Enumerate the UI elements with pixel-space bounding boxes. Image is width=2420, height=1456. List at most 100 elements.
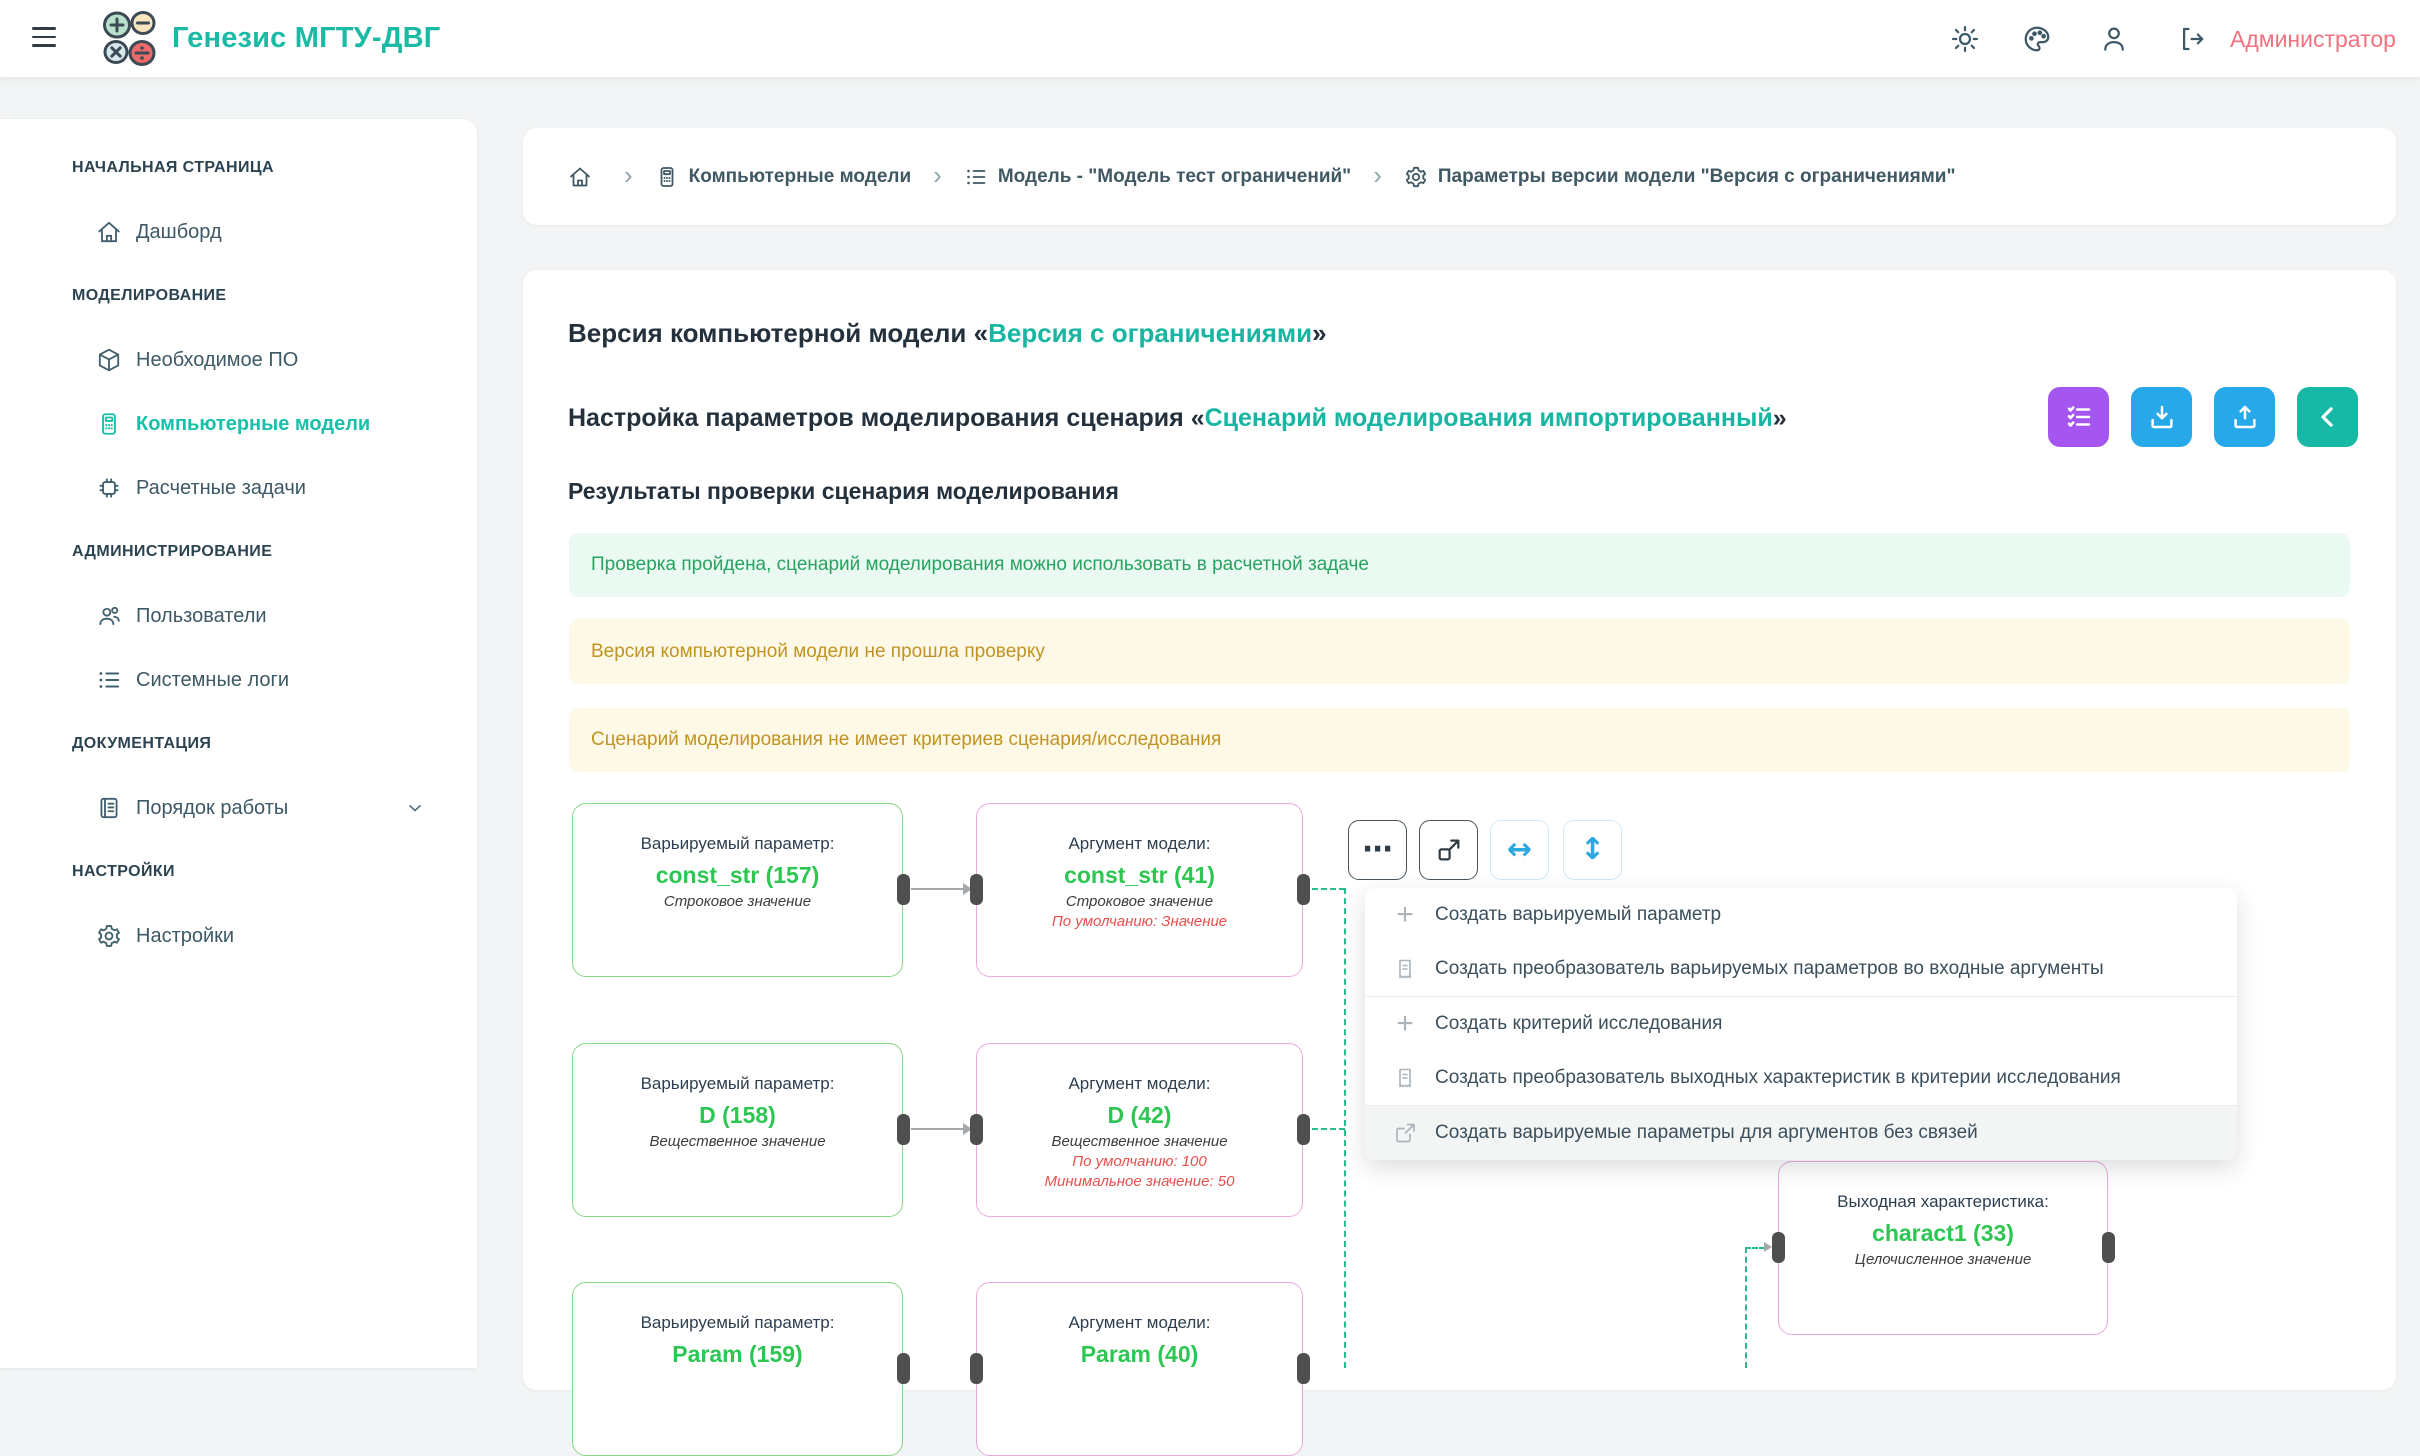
- breadcrumb-home[interactable]: [568, 165, 602, 189]
- top-header: Генезис МГТУ-ДВГ Администратор: [0, 0, 2420, 77]
- sidebar-section-documentation: ДОКУМЕНТАЦИЯ: [72, 735, 212, 752]
- node-kind: Варьируемый параметр:: [640, 1313, 835, 1332]
- menu-item-create-research-criterion[interactable]: + Создать критерий исследования: [1365, 997, 2237, 1051]
- page-title: Версия компьютерной модели «Версия с огр…: [568, 318, 1327, 348]
- breadcrumb-computer-models[interactable]: Компьютерные модели: [655, 165, 911, 189]
- sidebar-item-software[interactable]: Необходимое ПО: [0, 328, 477, 392]
- sidebar-item-settings[interactable]: Настройки: [0, 904, 477, 968]
- receipt-icon: [1391, 955, 1419, 983]
- sidebar-item-label: Настройки: [136, 924, 235, 947]
- node-handle[interactable]: [2102, 1232, 2115, 1263]
- calculator-icon: [655, 165, 679, 189]
- node-argument-d[interactable]: Аргумент модели: D (42) Вещественное зна…: [976, 1043, 1303, 1217]
- node-handle[interactable]: [970, 1114, 983, 1145]
- alert-warning-criteria: Сценарий моделирования не имеет критерие…: [569, 708, 2350, 772]
- node-kind: Варьируемый параметр:: [640, 1074, 835, 1093]
- dashed-edge-constr: [1312, 888, 1345, 890]
- book-icon: [96, 795, 122, 821]
- sidebar-item-dashboard[interactable]: Дашборд: [0, 200, 477, 264]
- diagram-expand-button[interactable]: [1419, 820, 1478, 880]
- node-argument-const-str[interactable]: Аргумент модели: const_str (41) Строково…: [976, 803, 1303, 977]
- node-kind: Аргумент модели:: [1068, 834, 1211, 853]
- breadcrumb-separator: ›: [624, 159, 633, 190]
- arrows-vertical-icon: ↕: [1579, 832, 1606, 867]
- menu-item-label: Создать преобразователь варьируемых пара…: [1435, 958, 2104, 979]
- plus-icon: +: [1396, 898, 1414, 931]
- node-argument-param[interactable]: Аргумент модели: Param (40): [976, 1282, 1303, 1456]
- ellipsis-icon: ⋯: [1362, 832, 1393, 867]
- node-name: charact1 (33): [1872, 1220, 2014, 1246]
- node-output-charact1[interactable]: Выходная характеристика: charact1 (33) Ц…: [1778, 1161, 2108, 1335]
- node-handle[interactable]: [1297, 874, 1310, 905]
- node-handle[interactable]: [1297, 1114, 1310, 1145]
- menu-item-create-param-converter[interactable]: Создать преобразователь варьируемых пара…: [1365, 942, 2237, 997]
- dashed-edge-vertical-2: [1745, 1247, 1747, 1368]
- node-handle[interactable]: [1772, 1232, 1785, 1263]
- upload-button[interactable]: [2214, 387, 2275, 447]
- scenario-list-button[interactable]: [2048, 387, 2109, 447]
- node-variable-const-str[interactable]: Варьируемый параметр: const_str (157) Ст…: [572, 803, 903, 977]
- sidebar-item-work-order[interactable]: Порядок работы: [0, 776, 477, 840]
- sidebar-item-calc-tasks[interactable]: Расчетные задачи: [0, 456, 477, 520]
- list-icon: [964, 165, 988, 189]
- node-handle[interactable]: [897, 874, 910, 905]
- node-handle[interactable]: [897, 1114, 910, 1145]
- alert-text: Версия компьютерной модели не прошла про…: [591, 640, 1045, 662]
- menu-item-create-params-for-unlinked-args[interactable]: Создать варьируемые параметры для аргуме…: [1365, 1106, 2237, 1160]
- node-variable-d[interactable]: Варьируемый параметр: D (158) Вещественн…: [572, 1043, 903, 1217]
- menu-item-create-output-converter[interactable]: Создать преобразователь выходных характе…: [1365, 1051, 2237, 1106]
- sidebar-item-label: Дашборд: [136, 220, 222, 243]
- fit-vertical-button[interactable]: ↕: [1563, 820, 1622, 880]
- sidebar-section-home: НАЧАЛЬНАЯ СТРАНИЦА: [72, 159, 274, 176]
- collapse-panel-button[interactable]: [2297, 387, 2358, 447]
- palette-icon[interactable]: [2022, 24, 2052, 54]
- node-name: D (42): [1107, 1102, 1172, 1128]
- node-name: D (158): [699, 1102, 776, 1128]
- download-button[interactable]: [2131, 387, 2192, 447]
- sidebar-item-label: Системные логи: [136, 668, 290, 691]
- hamburger-menu-icon[interactable]: [32, 27, 56, 49]
- sidebar-item-label: Компьютерные модели: [136, 412, 371, 435]
- arrows-horizontal-icon: ↔: [1506, 832, 1533, 867]
- edge-row2: [911, 1128, 967, 1130]
- user-icon[interactable]: [2099, 24, 2129, 54]
- edge-row1: [911, 888, 967, 890]
- breadcrumb-label: Модель - "Модель тест ограничений": [997, 165, 1352, 187]
- scenario-name: Сценарий моделирования импортированный: [1204, 404, 1773, 432]
- sidebar-item-system-logs[interactable]: Системные логи: [0, 648, 477, 712]
- download-icon: [2147, 402, 2177, 432]
- list-icon: [96, 667, 122, 693]
- menu-item-create-variable-param[interactable]: + Создать варьируемый параметр: [1365, 888, 2237, 942]
- breadcrumb-model[interactable]: Модель - "Модель тест ограничений": [964, 165, 1351, 189]
- breadcrumb-version-params[interactable]: Параметры версии модели "Версия с ограни…: [1404, 165, 1955, 189]
- logout-icon[interactable]: [2176, 24, 2206, 54]
- sidebar-item-users[interactable]: Пользователи: [0, 584, 477, 648]
- context-menu: + Создать варьируемый параметр Создать п…: [1365, 888, 2237, 1160]
- fit-horizontal-button[interactable]: ↔: [1490, 820, 1549, 880]
- node-min-note: Минимальное значение: 50: [1044, 1173, 1235, 1190]
- node-handle[interactable]: [970, 1353, 983, 1384]
- node-subtitle: Строковое значение: [663, 893, 812, 910]
- node-name: Param (40): [1080, 1341, 1199, 1367]
- diagram-more-button[interactable]: ⋯: [1348, 820, 1407, 880]
- gear-icon: [96, 923, 122, 949]
- sidebar-item-computer-models[interactable]: Компьютерные модели: [0, 392, 477, 456]
- breadcrumb-separator: ›: [1373, 159, 1382, 190]
- node-handle[interactable]: [1297, 1353, 1310, 1384]
- theme-sun-icon[interactable]: [1950, 24, 1980, 54]
- node-name: const_str (157): [655, 862, 820, 888]
- node-handle[interactable]: [897, 1353, 910, 1384]
- node-handle[interactable]: [970, 874, 983, 905]
- user-role-label[interactable]: Администратор: [2230, 26, 2396, 53]
- app-logo: [101, 11, 159, 67]
- node-variable-param[interactable]: Варьируемый параметр: Param (159): [572, 1282, 903, 1456]
- menu-item-label: Создать критерий исследования: [1435, 1013, 1723, 1034]
- dashed-edge-vertical: [1344, 888, 1346, 1368]
- breadcrumb: › Компьютерные модели › Модель - "Модель…: [523, 128, 2396, 225]
- cube-icon: [96, 347, 122, 373]
- chevron-down-icon[interactable]: [405, 798, 425, 818]
- node-name: const_str (41): [1064, 862, 1215, 888]
- menu-item-label: Создать преобразователь выходных характе…: [1435, 1067, 2121, 1088]
- node-kind: Выходная характеристика:: [1837, 1192, 2049, 1211]
- sidebar-section-administration: АДМИНИСТРИРОВАНИЕ: [72, 543, 273, 560]
